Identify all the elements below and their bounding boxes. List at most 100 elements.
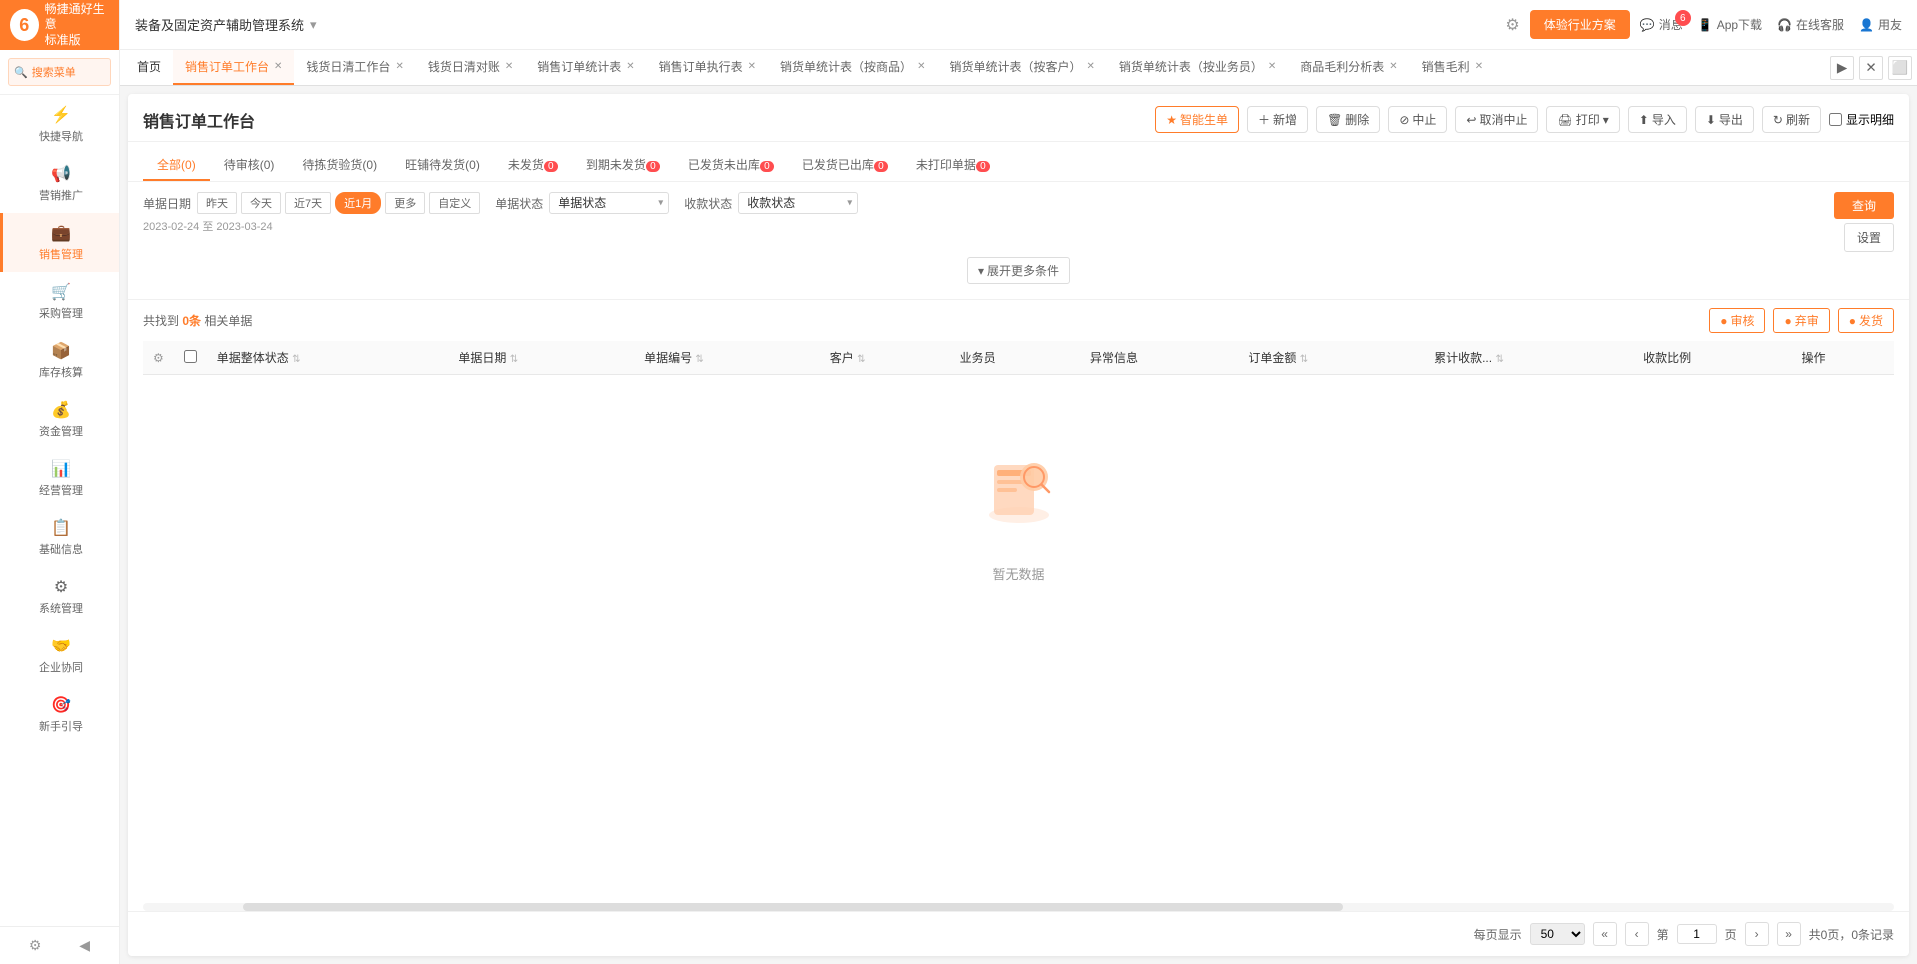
new-button[interactable]: ＋ 新增 — [1247, 106, 1308, 133]
sidebar-item-basic-info[interactable]: 📋 基础信息 — [0, 508, 119, 567]
sort-number-icon[interactable]: ⇅ — [695, 354, 703, 365]
date-btn-yesterday[interactable]: 昨天 — [197, 192, 237, 214]
date-btn-1month[interactable]: 近1月 — [335, 192, 381, 214]
sidebar-item-enterprise[interactable]: 🤝 企业协同 — [0, 626, 119, 685]
tab-sales-workbench[interactable]: 销售订单工作台 ✕ — [173, 50, 294, 85]
app-download-item[interactable]: 📱 App下载 — [1698, 16, 1762, 33]
sub-tab-wangpu-ship[interactable]: 旺铺待发货(0) — [391, 150, 494, 181]
first-page-button[interactable]: « — [1593, 922, 1617, 946]
search-menu-button[interactable]: 🔍 搜索菜单 — [8, 58, 111, 86]
topbar-settings-icon[interactable]: ⚙ — [1505, 15, 1519, 35]
settings-bottom-icon[interactable]: ⚙ — [29, 937, 42, 954]
tab-sales-stat-staff[interactable]: 销货单统计表（按业务员） ✕ — [1107, 50, 1288, 85]
tab-close-sales-profit[interactable]: ✕ — [1475, 61, 1483, 72]
page-number-input[interactable] — [1677, 924, 1717, 944]
tab-close-sales-execute[interactable]: ✕ — [748, 61, 756, 72]
tab-close-cash-daily[interactable]: ✕ — [395, 61, 403, 72]
topbar-dropdown-icon[interactable]: ▾ — [310, 17, 317, 33]
sort-collected-icon[interactable]: ⇅ — [1495, 354, 1503, 365]
sidebar-item-quick-nav[interactable]: ⚡ 快捷导航 — [0, 95, 119, 154]
sidebar-item-sales[interactable]: 💼 销售管理 — [0, 213, 119, 272]
tab-sales-execute[interactable]: 销售订单执行表 ✕ — [647, 50, 768, 85]
last-page-button[interactable]: » — [1777, 922, 1801, 946]
delete-button[interactable]: 🗑 删除 — [1316, 106, 1380, 133]
tab-more-button[interactable]: ▶ — [1830, 56, 1854, 80]
message-item[interactable]: 💬 消息 6 — [1640, 16, 1683, 33]
export-icon: ⬇ — [1706, 113, 1716, 127]
scrollbar-thumb[interactable] — [243, 903, 1343, 911]
tab-close-stat-customer[interactable]: ✕ — [1086, 61, 1094, 72]
ship-action-button[interactable]: ● 发货 — [1838, 308, 1894, 333]
logo-area: 6 畅捷通好生意 标准版 — [0, 0, 119, 50]
sub-tab-shipped-out[interactable]: 已发货已出库0 — [788, 150, 902, 181]
collection-select[interactable]: 收款状态 — [738, 192, 858, 214]
page-size-select[interactable]: 50 20 100 — [1530, 923, 1585, 945]
industry-solution-button[interactable]: 体验行业方案 — [1530, 10, 1630, 39]
sort-status-icon[interactable]: ⇅ — [292, 354, 300, 365]
sort-date-icon[interactable]: ⇅ — [510, 354, 518, 365]
th-settings[interactable]: ⚙ — [143, 341, 174, 375]
tab-close-sales-workbench[interactable]: ✕ — [274, 61, 282, 72]
tab-close-stat-staff[interactable]: ✕ — [1268, 61, 1276, 72]
stop-button[interactable]: ⊘ 中止 — [1388, 106, 1447, 133]
select-all-checkbox[interactable] — [184, 350, 197, 363]
sort-customer-icon[interactable]: ⇅ — [857, 354, 865, 365]
sub-tab-all[interactable]: 全部(0) — [143, 150, 210, 181]
sub-tab-no-ship[interactable]: 未发货0 — [494, 150, 572, 181]
online-service-item[interactable]: 🎧 在线客服 — [1777, 16, 1844, 33]
sub-tab-no-print[interactable]: 未打印单据0 — [902, 150, 1004, 181]
show-detail-checkbox[interactable]: 显示明细 — [1829, 111, 1894, 128]
tab-close-sales-stat[interactable]: ✕ — [626, 61, 634, 72]
sidebar-item-purchase[interactable]: 🛒 采购管理 — [0, 272, 119, 331]
sidebar-item-system[interactable]: ⚙ 系统管理 — [0, 567, 119, 626]
user-item[interactable]: 👤 用友 — [1859, 16, 1902, 33]
tabbar: 首页 销售订单工作台 ✕ 钱货日清工作台 ✕ 钱货日清对账 ✕ 销售订单统计表 … — [120, 50, 1917, 86]
tab-home[interactable]: 首页 — [125, 50, 173, 85]
date-btn-custom[interactable]: 自定义 — [429, 192, 480, 214]
scrollbar-area[interactable] — [143, 903, 1894, 911]
tab-close-stat-product[interactable]: ✕ — [917, 61, 925, 72]
print-button[interactable]: 🖨 打印 ▾ — [1546, 106, 1619, 133]
collapse-icon[interactable]: ◀ — [79, 937, 90, 954]
date-btn-today[interactable]: 今天 — [241, 192, 281, 214]
refresh-button[interactable]: ↻ 刷新 — [1762, 106, 1821, 133]
tab-sales-stat-customer[interactable]: 销货单统计表（按客户） ✕ — [937, 50, 1106, 85]
status-select[interactable]: 单据状态 — [549, 192, 669, 214]
sidebar-item-marketing[interactable]: 📢 营销推广 — [0, 154, 119, 213]
sub-tab-pending-review[interactable]: 待审核(0) — [210, 150, 289, 181]
ai-generate-button[interactable]: ★ 智能生单 — [1155, 106, 1239, 133]
sub-tab-shipped-no-out[interactable]: 已发货未出库0 — [674, 150, 788, 181]
tab-sales-stat[interactable]: 销售订单统计表 ✕ — [525, 50, 646, 85]
tab-close-product-margin[interactable]: ✕ — [1389, 61, 1397, 72]
sub-tab-overdue-ship[interactable]: 到期未发货0 — [572, 150, 674, 181]
tab-maximize-button[interactable]: ⬜ — [1888, 56, 1912, 80]
export-button[interactable]: ⬇ 导出 — [1695, 106, 1754, 133]
sidebar-item-guide[interactable]: 🎯 新手引导 — [0, 685, 119, 744]
cancel-review-action-button[interactable]: ● 弃审 — [1773, 308, 1829, 333]
review-action-button[interactable]: ● 审核 — [1709, 308, 1765, 333]
th-check[interactable] — [174, 341, 207, 375]
next-page-button[interactable]: › — [1745, 922, 1769, 946]
set-button[interactable]: 设置 — [1844, 223, 1894, 252]
sidebar-item-inventory[interactable]: 📦 库存核算 — [0, 331, 119, 390]
import-button[interactable]: ⬆ 导入 — [1628, 106, 1687, 133]
sort-amount-icon[interactable]: ⇅ — [1300, 354, 1308, 365]
tab-close-cash-reconcile[interactable]: ✕ — [505, 61, 513, 72]
tab-cash-reconcile[interactable]: 钱货日清对账 ✕ — [416, 50, 525, 85]
expand-conditions-button[interactable]: ▾ 展开更多条件 — [967, 257, 1070, 284]
tab-product-margin[interactable]: 商品毛利分析表 ✕ — [1288, 50, 1409, 85]
tab-sales-stat-product[interactable]: 销货单统计表（按商品） ✕ — [768, 50, 937, 85]
query-button[interactable]: 查询 — [1834, 192, 1894, 219]
show-detail-input[interactable] — [1829, 113, 1842, 126]
tab-close-all-button[interactable]: ✕ — [1859, 56, 1883, 80]
sub-tab-pending-inspect[interactable]: 待拣货验货(0) — [288, 150, 391, 181]
sidebar-item-business[interactable]: 📊 经营管理 — [0, 449, 119, 508]
prev-page-button[interactable]: ‹ — [1625, 922, 1649, 946]
sidebar-item-finance[interactable]: 💰 资金管理 — [0, 390, 119, 449]
date-btn-7days[interactable]: 近7天 — [285, 192, 331, 214]
tab-cash-daily[interactable]: 钱货日清工作台 ✕ — [294, 50, 415, 85]
date-btn-more[interactable]: 更多 — [385, 192, 425, 214]
cancel-stop-button[interactable]: ↩ 取消中止 — [1455, 106, 1538, 133]
th-number: 单据编号 ⇅ — [634, 341, 820, 375]
tab-sales-profit[interactable]: 销售毛利 ✕ — [1410, 50, 1495, 85]
